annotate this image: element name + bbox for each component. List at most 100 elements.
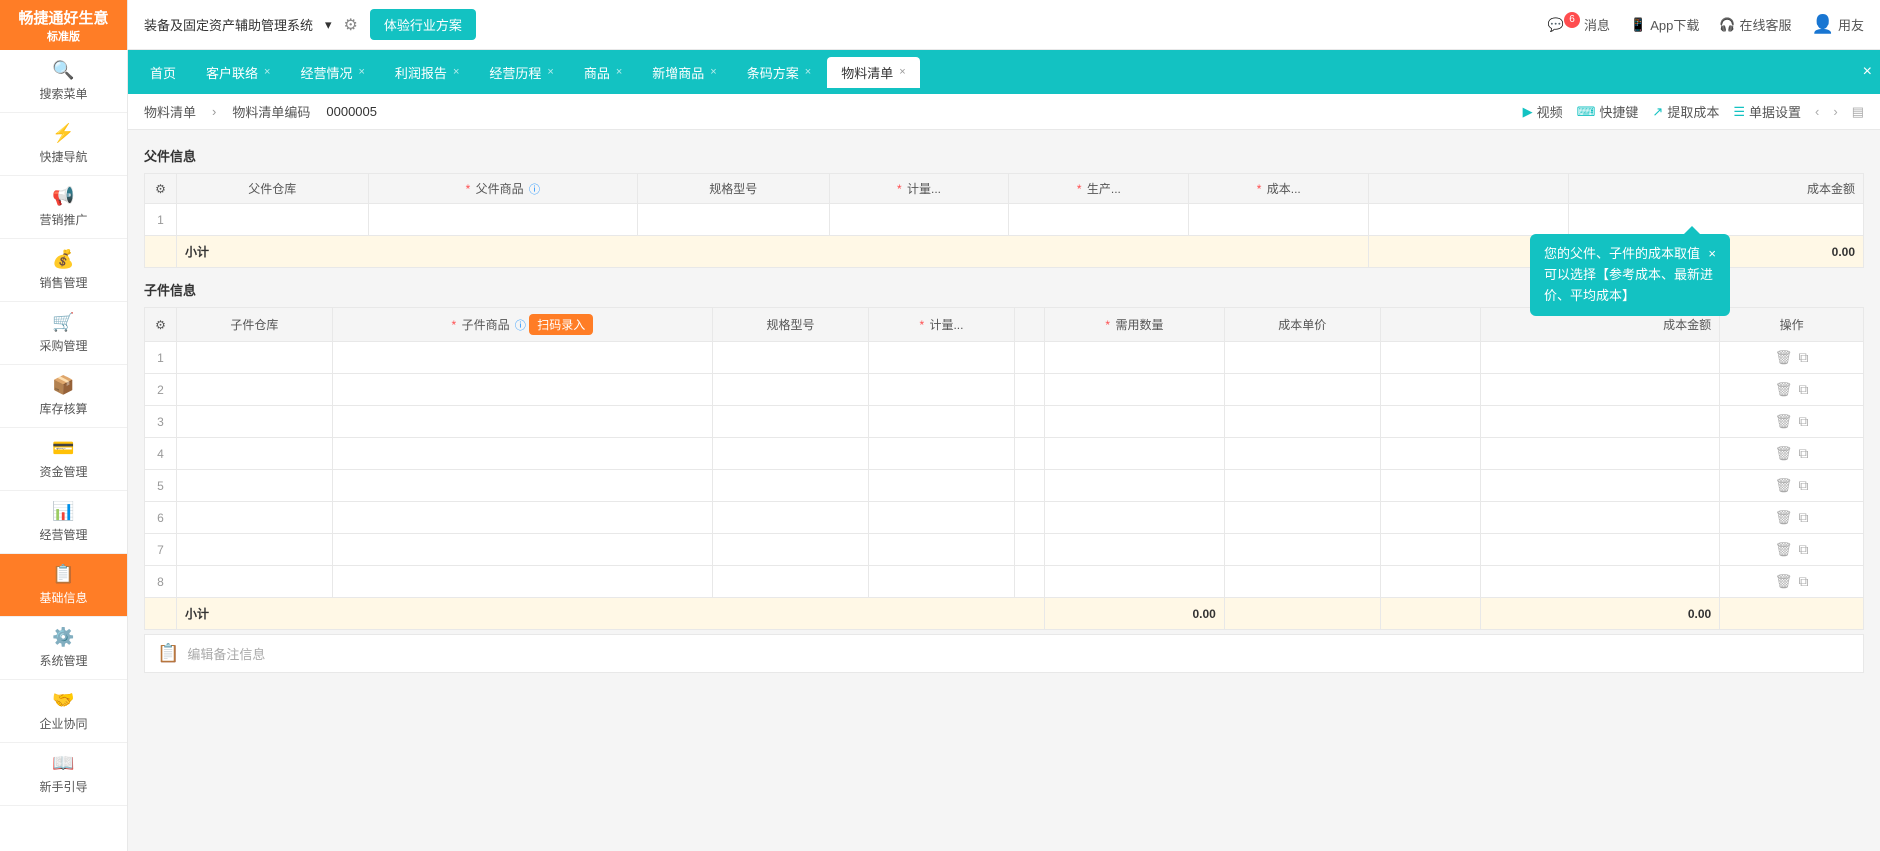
child-spec-7[interactable] <box>713 534 869 566</box>
tab-bom[interactable]: 物料清单 × <box>827 57 919 88</box>
child-qty-6[interactable] <box>1045 502 1225 534</box>
tab-barcode[interactable]: 条码方案 × <box>733 57 825 88</box>
shortcut-btn[interactable]: ⌨ 快捷键 <box>1577 102 1639 121</box>
gear-icon[interactable]: ⚙ <box>344 15 358 35</box>
child-warehouse-3[interactable] <box>177 406 333 438</box>
tab-goods[interactable]: 商品 × <box>570 57 636 88</box>
copy-icon-1[interactable]: ⧉ <box>1798 349 1808 366</box>
child-unit-cost-5[interactable] <box>1224 470 1380 502</box>
app-download-item[interactable]: 📱 App下载 <box>1630 15 1699 34</box>
copy-icon-2[interactable]: ⧉ <box>1798 381 1808 398</box>
child-spec-8[interactable] <box>713 566 869 598</box>
child-warehouse-8[interactable] <box>177 566 333 598</box>
delete-icon-2[interactable]: 🗑 <box>1775 381 1793 398</box>
extract-cost-btn[interactable]: ↗ 提取成本 <box>1652 102 1719 121</box>
parent-spec-cell[interactable] <box>637 204 829 236</box>
layout-icon[interactable]: ▤ <box>1852 104 1864 120</box>
child-goods-5[interactable] <box>332 470 712 502</box>
child-qty-1[interactable] <box>1045 342 1225 374</box>
sidebar-item-inventory[interactable]: 📦 库存核算 <box>0 365 127 428</box>
child-qty-3[interactable] <box>1045 406 1225 438</box>
tab-close-history[interactable]: × <box>547 66 553 78</box>
parent-th-settings[interactable]: ⚙ <box>145 174 177 204</box>
tab-home[interactable]: 首页 <box>136 57 190 88</box>
child-qty-5[interactable] <box>1045 470 1225 502</box>
child-qty-4[interactable] <box>1045 438 1225 470</box>
scan-input-btn[interactable]: 扫码录入 <box>529 314 593 335</box>
tab-operations[interactable]: 经营情况 × <box>286 57 378 88</box>
sidebar-item-collab[interactable]: 🤝 企业协同 <box>0 680 127 743</box>
child-goods-4[interactable] <box>332 438 712 470</box>
sidebar-item-sales[interactable]: 💰 销售管理 <box>0 239 127 302</box>
child-unit-5[interactable] <box>868 470 1014 502</box>
tooltip-close-btn[interactable]: × <box>1708 244 1716 265</box>
parent-cost-cell[interactable] <box>1189 204 1369 236</box>
delete-icon-4[interactable]: 🗑 <box>1775 445 1793 462</box>
parent-unit-cell[interactable] <box>829 204 1009 236</box>
note-text[interactable]: 编辑备注信息 <box>187 644 265 663</box>
sidebar-item-search[interactable]: 🔍 搜索菜单 <box>0 50 127 113</box>
parent-goods-info-icon[interactable]: ⓘ <box>529 184 540 196</box>
tab-close-profit[interactable]: × <box>453 66 459 78</box>
child-goods-3[interactable] <box>332 406 712 438</box>
child-unit-6[interactable] <box>868 502 1014 534</box>
child-unit-cost-7[interactable] <box>1224 534 1380 566</box>
delete-icon-7[interactable]: 🗑 <box>1775 541 1793 558</box>
copy-icon-5[interactable]: ⧉ <box>1798 477 1808 494</box>
child-spec-6[interactable] <box>713 502 869 534</box>
child-unit-8[interactable] <box>868 566 1014 598</box>
child-spec-5[interactable] <box>713 470 869 502</box>
parent-goods-cell[interactable] <box>368 204 637 236</box>
child-warehouse-4[interactable] <box>177 438 333 470</box>
child-spec-2[interactable] <box>713 374 869 406</box>
child-unit-3[interactable] <box>868 406 1014 438</box>
close-all-tabs-icon[interactable]: × <box>1863 63 1872 81</box>
child-warehouse-6[interactable] <box>177 502 333 534</box>
child-unit-cost-1[interactable] <box>1224 342 1380 374</box>
copy-icon-6[interactable]: ⧉ <box>1798 509 1808 526</box>
user-item[interactable]: 👤 用友 <box>1812 14 1864 35</box>
parent-warehouse-cell[interactable] <box>177 204 369 236</box>
child-unit-7[interactable] <box>868 534 1014 566</box>
sidebar-item-purchase[interactable]: 🛒 采购管理 <box>0 302 127 365</box>
breadcrumb-bom[interactable]: 物料清单 <box>144 102 196 121</box>
delete-icon-3[interactable]: 🗑 <box>1775 413 1793 430</box>
tab-close-new-goods[interactable]: × <box>710 66 716 78</box>
sidebar-item-operation[interactable]: 📊 经营管理 <box>0 491 127 554</box>
child-unit-cost-8[interactable] <box>1224 566 1380 598</box>
sidebar-item-basic[interactable]: 📋 基础信息 <box>0 554 127 617</box>
tab-close-bom[interactable]: × <box>899 66 905 78</box>
child-goods-7[interactable] <box>332 534 712 566</box>
child-qty-2[interactable] <box>1045 374 1225 406</box>
child-unit-4[interactable] <box>868 438 1014 470</box>
tab-customer[interactable]: 客户联络 × <box>192 57 284 88</box>
child-goods-6[interactable] <box>332 502 712 534</box>
online-service-item[interactable]: 🎧 在线客服 <box>1719 15 1791 34</box>
video-btn[interactable]: ▶ 视频 <box>1523 102 1563 121</box>
child-unit-cost-3[interactable] <box>1224 406 1380 438</box>
child-unit-cost-2[interactable] <box>1224 374 1380 406</box>
child-unit-2[interactable] <box>868 374 1014 406</box>
child-warehouse-1[interactable] <box>177 342 333 374</box>
sidebar-item-finance[interactable]: 💳 资金管理 <box>0 428 127 491</box>
child-spec-1[interactable] <box>713 342 869 374</box>
delete-icon-5[interactable]: 🗑 <box>1775 477 1793 494</box>
sidebar-item-guide[interactable]: 📖 新手引导 <box>0 743 127 806</box>
tab-close-operations[interactable]: × <box>358 66 364 78</box>
child-spec-4[interactable] <box>713 438 869 470</box>
copy-icon-4[interactable]: ⧉ <box>1798 445 1808 462</box>
tab-close-goods[interactable]: × <box>616 66 622 78</box>
tab-history[interactable]: 经营历程 × <box>475 57 567 88</box>
sidebar-item-quicknav[interactable]: ⚡ 快捷导航 <box>0 113 127 176</box>
child-qty-8[interactable] <box>1045 566 1225 598</box>
child-goods-info-icon[interactable]: ⓘ <box>515 320 526 332</box>
message-item[interactable]: 💬 6 消息 <box>1548 15 1610 34</box>
copy-icon-7[interactable]: ⧉ <box>1798 541 1808 558</box>
child-warehouse-2[interactable] <box>177 374 333 406</box>
copy-icon-8[interactable]: ⧉ <box>1798 573 1808 590</box>
topbar-dropdown[interactable]: ▾ <box>325 17 332 33</box>
copy-icon-3[interactable]: ⧉ <box>1798 413 1808 430</box>
child-warehouse-7[interactable] <box>177 534 333 566</box>
child-goods-8[interactable] <box>332 566 712 598</box>
topbar-experience-btn[interactable]: 体验行业方案 <box>370 9 476 40</box>
